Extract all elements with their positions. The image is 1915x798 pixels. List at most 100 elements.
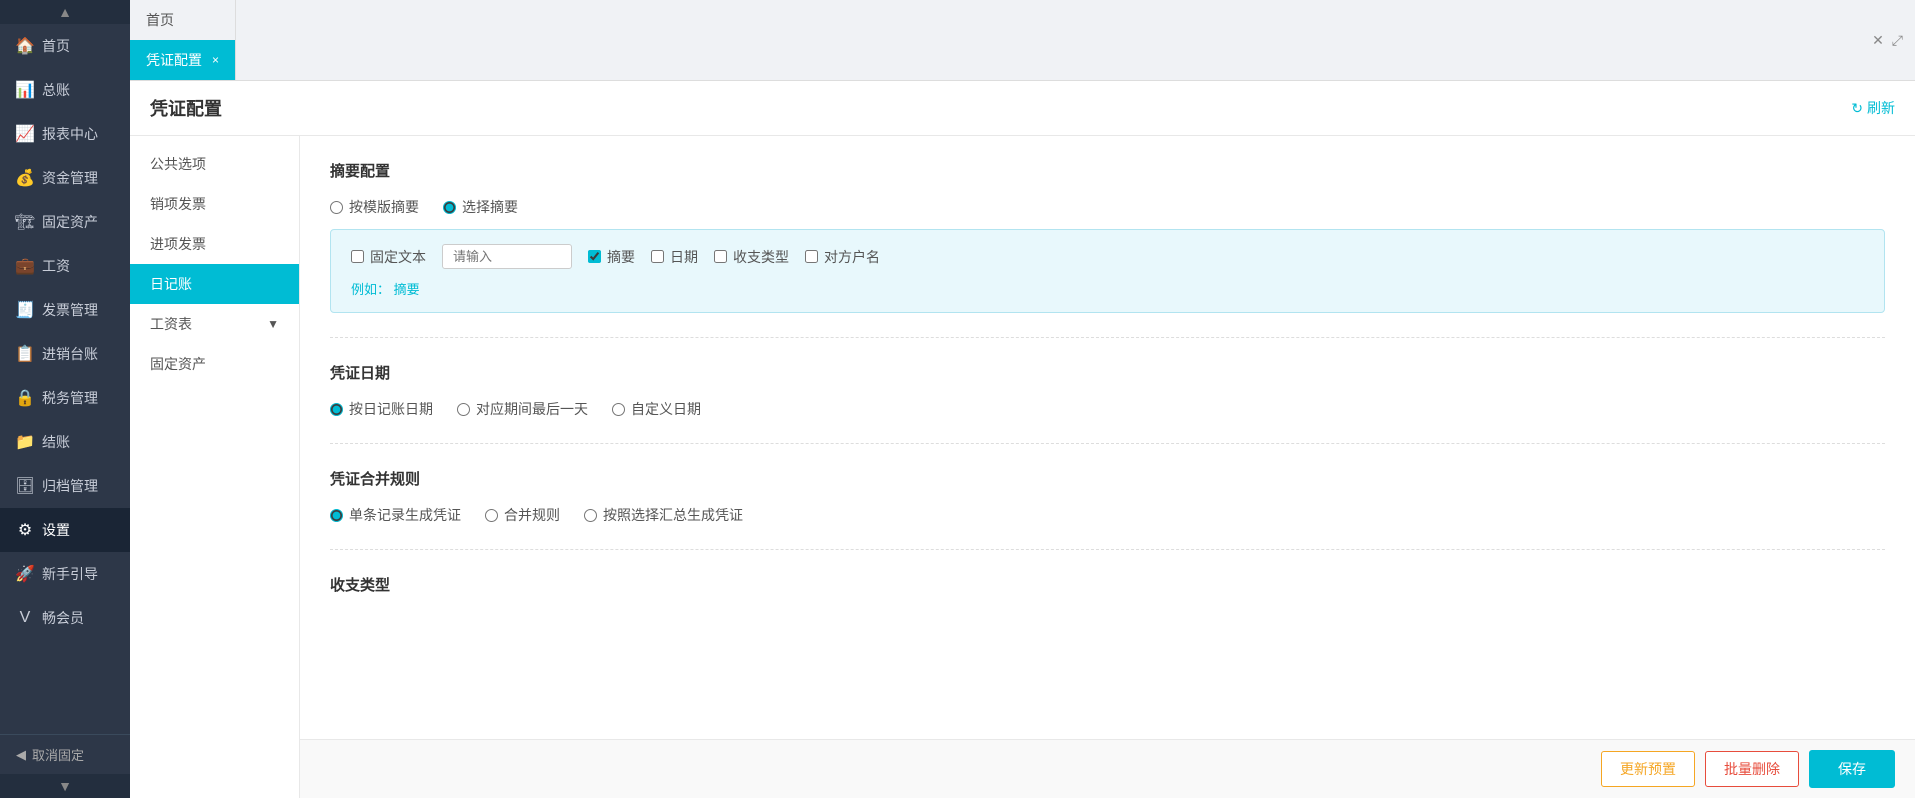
counterparty-option[interactable]: 对方户名 [805,247,880,267]
invoice-mgmt-icon: 🧾 [16,301,34,319]
sidebar-label-closing: 结账 [42,432,70,452]
income-type-section-title: 收支类型 [330,574,1885,595]
sidebar-label-invoice-mgmt: 发票管理 [42,300,98,320]
merge-label: 合并规则 [504,505,560,525]
sidebar-item-funds[interactable]: 💰 资金管理 [0,156,130,200]
sidebar-item-archive[interactable]: 🗄 归档管理 [0,464,130,508]
tab-label-home-tab: 首页 [146,10,174,30]
batch-delete-button[interactable]: 批量删除 [1705,751,1799,787]
single-record-radio[interactable] [330,509,343,522]
journal-date-option[interactable]: 按日记账日期 [330,399,433,419]
unpin-button[interactable]: ◀ 取消固定 [0,734,130,774]
period-last-radio[interactable] [457,403,470,416]
sidebar-label-settings: 设置 [42,520,70,540]
custom-date-option[interactable]: 自定义日期 [612,399,701,419]
merge-radio[interactable] [485,509,498,522]
left-nav-item-purchase-invoice[interactable]: 进项发票 [130,224,299,264]
bottom-bar: 更新预置 批量删除 保存 [300,739,1915,798]
sidebar-item-settings[interactable]: ⚙ 设置 [0,508,130,552]
date-checkbox[interactable] [651,250,664,263]
date-option[interactable]: 日期 [651,247,698,267]
unpin-label: 取消固定 [32,745,84,764]
refresh-icon: ↻ [1851,100,1863,117]
unpin-icon: ◀ [16,747,26,763]
left-nav-item-sales-invoice[interactable]: 销项发票 [130,184,299,224]
sidebar-label-funds: 资金管理 [42,168,98,188]
sidebar-label-reports: 报表中心 [42,124,98,144]
content-area: 公共选项销项发票进项发票日记账工资表 ▼ 固定资产 摘要配置 按模版摘要 选择摘要 [130,136,1915,798]
expand-icon-payroll-table: ▼ [267,317,279,331]
left-nav-item-public[interactable]: 公共选项 [130,144,299,184]
left-nav-item-payroll-table[interactable]: 工资表 ▼ [130,304,299,344]
period-last-option[interactable]: 对应期间最后一天 [457,399,588,419]
fixed-text-option[interactable]: 固定文本 [351,247,426,267]
income-type-checkbox[interactable] [714,250,727,263]
select-merge-radio[interactable] [584,509,597,522]
sidebar-item-payroll[interactable]: 💼 工资 [0,244,130,288]
sidebar-item-tax[interactable]: 🔒 税务管理 [0,376,130,420]
sales-ledger-icon: 📋 [16,345,34,363]
tab-home-tab[interactable]: 首页 [130,0,236,40]
example-text: 例如： 摘要 [351,279,1864,298]
left-nav-item-journal[interactable]: 日记账 [130,264,299,304]
single-record-label: 单条记录生成凭证 [349,505,461,525]
income-type-option[interactable]: 收支类型 [714,247,789,267]
tab-close-voucher-config-tab[interactable]: × [212,53,219,67]
sidebar-scroll-down[interactable]: ▼ [0,774,130,798]
counterparty-checkbox[interactable] [805,250,818,263]
summary-select-radio[interactable] [443,201,456,214]
custom-date-radio[interactable] [612,403,625,416]
sidebar-scroll-up[interactable]: ▲ [0,0,130,24]
summary-section: 摘要配置 按模版摘要 选择摘要 [330,160,1885,338]
summary-section-title: 摘要配置 [330,160,1885,181]
close-window-icon[interactable]: ✕ [1872,32,1884,49]
merge-rules-title: 凭证合并规则 [330,468,1885,489]
save-button[interactable]: 保存 [1809,750,1895,788]
sidebar-item-fixed-assets[interactable]: 🏗 固定资产 [0,200,130,244]
maximize-icon[interactable]: ⤢ [1892,32,1903,49]
summary-select-option[interactable]: 选择摘要 [443,197,518,217]
left-nav-item-fixed-assets-nav[interactable]: 固定资产 [130,344,299,384]
example-value: 摘要 [394,282,420,297]
summary-option[interactable]: 摘要 [588,247,635,267]
date-label: 日期 [670,247,698,267]
sidebar-item-guide[interactable]: 🚀 新手引导 [0,552,130,596]
custom-date-label: 自定义日期 [631,399,701,419]
income-type-section: 收支类型 [330,574,1885,635]
fixed-text-input[interactable] [442,244,572,269]
sidebar-item-reports[interactable]: 📈 报表中心 [0,112,130,156]
voucher-date-radio-group: 按日记账日期 对应期间最后一天 自定义日期 [330,399,1885,419]
update-preview-button[interactable]: 更新预置 [1601,751,1695,787]
summary-template-radio[interactable] [330,201,343,214]
tab-bar: 首页凭证配置× ✕ ⤢ [130,0,1915,81]
main-area: 首页凭证配置× ✕ ⤢ 凭证配置 ↻ 刷新 公共选项销项发票进项发票日记账工资表… [130,0,1915,798]
journal-date-radio[interactable] [330,403,343,416]
sidebar-label-tax: 税务管理 [42,388,98,408]
sidebar-item-ledger[interactable]: 📊 总账 [0,68,130,112]
merge-option[interactable]: 合并规则 [485,505,560,525]
sidebar-item-member[interactable]: V 畅会员 [0,596,130,640]
sidebar-label-fixed-assets: 固定资产 [42,212,98,232]
right-content: 摘要配置 按模版摘要 选择摘要 [300,136,1915,739]
refresh-button[interactable]: ↻ 刷新 [1851,98,1895,118]
income-type-label: 收支类型 [733,247,789,267]
sidebar-item-closing[interactable]: 📁 结账 [0,420,130,464]
summary-checkbox[interactable] [588,250,601,263]
tab-voucher-config-tab[interactable]: 凭证配置× [130,40,236,80]
summary-config-box: 固定文本 摘要 日期 [330,229,1885,313]
sidebar-item-home[interactable]: 🏠 首页 [0,24,130,68]
summary-template-option[interactable]: 按模版摘要 [330,197,419,217]
sidebar-item-invoice-mgmt[interactable]: 🧾 发票管理 [0,288,130,332]
select-merge-option[interactable]: 按照选择汇总生成凭证 [584,505,743,525]
left-nav: 公共选项销项发票进项发票日记账工资表 ▼ 固定资产 [130,136,300,798]
left-nav-label-payroll-table: 工资表 [150,314,192,334]
tax-icon: 🔒 [16,389,34,407]
fixed-text-checkbox[interactable] [351,250,364,263]
single-record-option[interactable]: 单条记录生成凭证 [330,505,461,525]
summary-checkbox-row: 固定文本 摘要 日期 [351,244,1864,269]
sidebar-item-sales-ledger[interactable]: 📋 进销台账 [0,332,130,376]
closing-icon: 📁 [16,433,34,451]
left-nav-label-public: 公共选项 [150,154,206,174]
sidebar-label-sales-ledger: 进销台账 [42,344,98,364]
example-prefix: 例如： [351,282,390,297]
